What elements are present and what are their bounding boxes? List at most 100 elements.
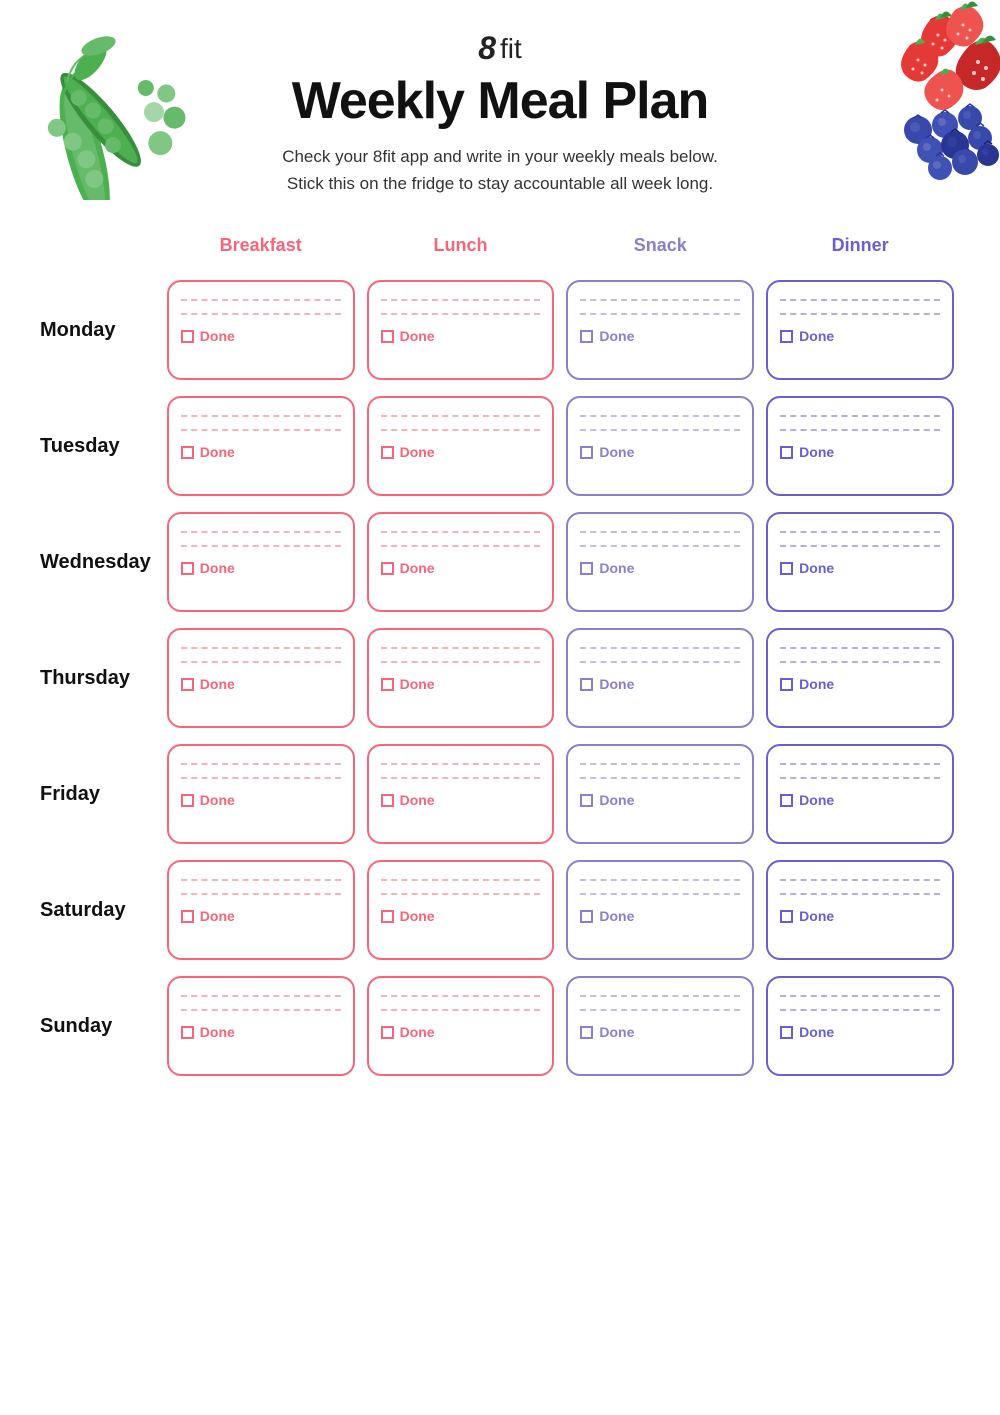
meal-box[interactable]: Done [566,744,754,844]
meal-box[interactable]: Done [367,280,555,380]
meal-box[interactable]: Done [766,744,954,844]
meal-cell-monday-snack[interactable]: Done [560,272,760,388]
done-row[interactable]: Done [780,792,940,808]
done-checkbox[interactable] [580,1026,593,1039]
done-row[interactable]: Done [580,1024,740,1040]
done-row[interactable]: Done [181,792,341,808]
meal-box[interactable]: Done [566,280,754,380]
done-checkbox[interactable] [381,910,394,923]
done-row[interactable]: Done [381,908,541,924]
done-checkbox[interactable] [381,446,394,459]
done-checkbox[interactable] [580,446,593,459]
meal-cell-wednesday-snack[interactable]: Done [560,504,760,620]
meal-box[interactable]: Done [566,976,754,1076]
done-row[interactable]: Done [780,676,940,692]
done-row[interactable]: Done [580,908,740,924]
meal-box[interactable]: Done [167,976,355,1076]
done-row[interactable]: Done [580,328,740,344]
done-row[interactable]: Done [780,444,940,460]
meal-box[interactable]: Done [766,396,954,496]
meal-cell-saturday-lunch[interactable]: Done [361,852,561,968]
meal-box[interactable]: Done [167,396,355,496]
meal-box[interactable]: Done [367,860,555,960]
done-checkbox[interactable] [780,562,793,575]
meal-cell-tuesday-dinner[interactable]: Done [760,388,960,504]
done-checkbox[interactable] [780,330,793,343]
done-row[interactable]: Done [580,560,740,576]
done-checkbox[interactable] [181,794,194,807]
done-row[interactable]: Done [181,328,341,344]
done-checkbox[interactable] [381,678,394,691]
meal-box[interactable]: Done [367,512,555,612]
meal-box[interactable]: Done [367,976,555,1076]
meal-box[interactable]: Done [766,860,954,960]
done-row[interactable]: Done [580,792,740,808]
done-checkbox[interactable] [580,794,593,807]
meal-box[interactable]: Done [167,744,355,844]
done-row[interactable]: Done [580,444,740,460]
done-checkbox[interactable] [580,678,593,691]
done-row[interactable]: Done [580,676,740,692]
meal-cell-sunday-dinner[interactable]: Done [760,968,960,1084]
meal-cell-friday-breakfast[interactable]: Done [161,736,361,852]
meal-cell-sunday-breakfast[interactable]: Done [161,968,361,1084]
done-row[interactable]: Done [780,908,940,924]
meal-cell-saturday-breakfast[interactable]: Done [161,852,361,968]
done-row[interactable]: Done [181,908,341,924]
done-row[interactable]: Done [181,560,341,576]
meal-cell-monday-breakfast[interactable]: Done [161,272,361,388]
done-checkbox[interactable] [381,562,394,575]
done-row[interactable]: Done [181,676,341,692]
meal-cell-tuesday-lunch[interactable]: Done [361,388,561,504]
meal-cell-tuesday-snack[interactable]: Done [560,388,760,504]
meal-box[interactable]: Done [167,512,355,612]
done-row[interactable]: Done [181,444,341,460]
done-checkbox[interactable] [181,330,194,343]
meal-box[interactable]: Done [766,628,954,728]
meal-cell-saturday-dinner[interactable]: Done [760,852,960,968]
meal-cell-friday-lunch[interactable]: Done [361,736,561,852]
meal-box[interactable]: Done [167,628,355,728]
done-checkbox[interactable] [181,678,194,691]
done-checkbox[interactable] [181,910,194,923]
meal-cell-wednesday-lunch[interactable]: Done [361,504,561,620]
done-checkbox[interactable] [780,678,793,691]
done-checkbox[interactable] [780,1026,793,1039]
meal-cell-thursday-breakfast[interactable]: Done [161,620,361,736]
meal-cell-sunday-lunch[interactable]: Done [361,968,561,1084]
meal-box[interactable]: Done [766,280,954,380]
meal-box[interactable]: Done [766,512,954,612]
done-checkbox[interactable] [381,794,394,807]
done-checkbox[interactable] [580,562,593,575]
meal-box[interactable]: Done [766,976,954,1076]
meal-cell-saturday-snack[interactable]: Done [560,852,760,968]
done-row[interactable]: Done [381,560,541,576]
meal-cell-wednesday-breakfast[interactable]: Done [161,504,361,620]
done-checkbox[interactable] [580,910,593,923]
meal-cell-thursday-dinner[interactable]: Done [760,620,960,736]
meal-cell-friday-dinner[interactable]: Done [760,736,960,852]
meal-box[interactable]: Done [566,512,754,612]
meal-cell-monday-lunch[interactable]: Done [361,272,561,388]
meal-cell-thursday-lunch[interactable]: Done [361,620,561,736]
done-row[interactable]: Done [780,560,940,576]
done-checkbox[interactable] [181,1026,194,1039]
meal-cell-wednesday-dinner[interactable]: Done [760,504,960,620]
done-row[interactable]: Done [780,1024,940,1040]
meal-cell-sunday-snack[interactable]: Done [560,968,760,1084]
meal-box[interactable]: Done [367,744,555,844]
done-checkbox[interactable] [780,910,793,923]
meal-cell-monday-dinner[interactable]: Done [760,272,960,388]
meal-cell-tuesday-breakfast[interactable]: Done [161,388,361,504]
done-row[interactable]: Done [780,328,940,344]
meal-box[interactable]: Done [566,628,754,728]
done-checkbox[interactable] [381,1026,394,1039]
done-checkbox[interactable] [381,330,394,343]
done-row[interactable]: Done [381,444,541,460]
done-row[interactable]: Done [381,792,541,808]
done-row[interactable]: Done [381,328,541,344]
meal-box[interactable]: Done [566,860,754,960]
done-checkbox[interactable] [181,562,194,575]
done-row[interactable]: Done [381,1024,541,1040]
done-row[interactable]: Done [181,1024,341,1040]
